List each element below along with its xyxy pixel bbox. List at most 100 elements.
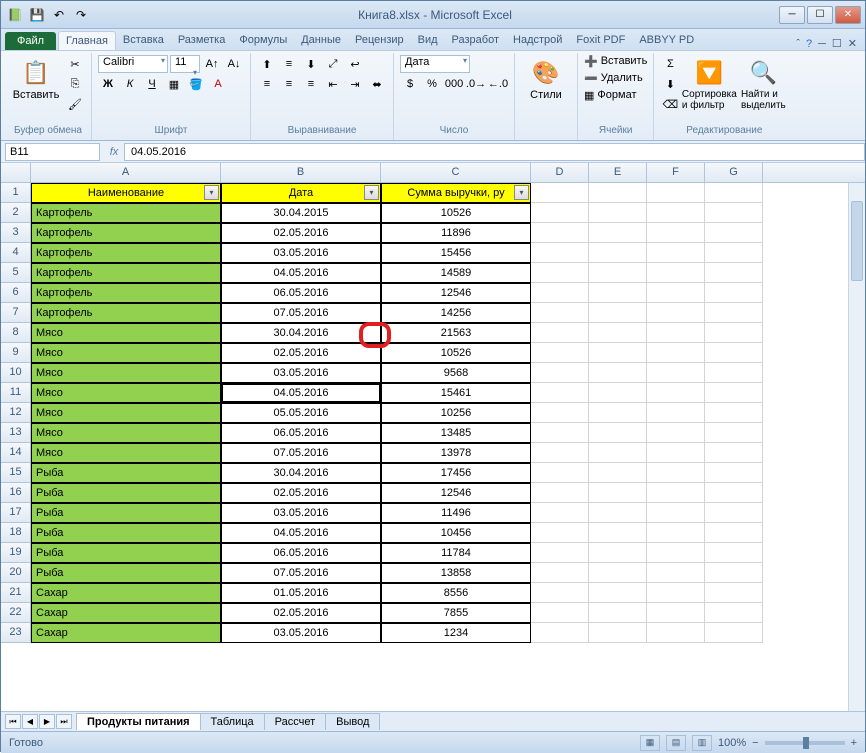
cell-empty[interactable] [531, 523, 589, 543]
row-header-16[interactable]: 16 [1, 483, 31, 503]
cell-empty[interactable] [647, 343, 705, 363]
cell-empty[interactable] [705, 503, 763, 523]
row-header-2[interactable]: 2 [1, 203, 31, 223]
styles-button[interactable]: 🎨 Стили [521, 55, 571, 103]
header-cell-B[interactable]: Дата [221, 183, 381, 203]
cell-a[interactable]: Рыба [31, 503, 221, 523]
delete-cells-button[interactable]: ➖Удалить [584, 72, 647, 85]
sheet-tab-3[interactable]: Вывод [325, 713, 380, 730]
percent-icon[interactable]: % [422, 75, 442, 93]
ribbon-tab-8[interactable]: Надстрой [506, 31, 569, 50]
cell-empty[interactable] [589, 323, 647, 343]
cell-empty[interactable] [705, 623, 763, 643]
sheet-tab-0[interactable]: Продукты питания [76, 713, 201, 730]
row-header-1[interactable]: 1 [1, 183, 31, 203]
ribbon-window-min-icon[interactable]: ─ [818, 38, 826, 50]
cell-a[interactable]: Картофель [31, 243, 221, 263]
align-bottom-icon[interactable]: ⬇ [301, 55, 321, 73]
cell-c[interactable]: 12546 [381, 283, 531, 303]
indent-decrease-icon[interactable]: ⇤ [323, 75, 343, 93]
cell-b[interactable]: 04.05.2016 [221, 523, 381, 543]
ribbon-tab-3[interactable]: Формулы [232, 31, 294, 50]
cell-c[interactable]: 10526 [381, 343, 531, 363]
autosum-icon[interactable]: Σ [660, 55, 680, 73]
cell-b[interactable]: 04.05.2016 [221, 383, 381, 403]
row-header-18[interactable]: 18 [1, 523, 31, 543]
row-header-4[interactable]: 4 [1, 243, 31, 263]
find-select-button[interactable]: 🔍 Найти и выделить [738, 55, 788, 113]
cell-empty[interactable] [705, 343, 763, 363]
insert-cells-button[interactable]: ➕Вставить [584, 55, 647, 68]
cell-empty[interactable] [589, 303, 647, 323]
cell-empty[interactable] [647, 223, 705, 243]
cell-empty[interactable] [589, 283, 647, 303]
font-color-icon[interactable]: A [208, 75, 228, 93]
increase-font-icon[interactable]: A↑ [202, 55, 222, 73]
ribbon-tab-2[interactable]: Разметка [171, 31, 233, 50]
fill-color-icon[interactable]: 🪣 [186, 75, 206, 93]
sort-filter-button[interactable]: 🔽 Сортировка и фильтр [684, 55, 734, 113]
cell-empty[interactable] [705, 423, 763, 443]
ribbon-tab-9[interactable]: Foxit PDF [569, 31, 632, 50]
sheet-tab-2[interactable]: Рассчет [264, 713, 327, 730]
row-header-23[interactable]: 23 [1, 623, 31, 643]
cell-empty[interactable] [531, 483, 589, 503]
cell-empty[interactable] [705, 283, 763, 303]
zoom-slider[interactable] [765, 741, 845, 745]
cell-b[interactable]: 06.05.2016 [221, 423, 381, 443]
align-right-icon[interactable]: ≡ [301, 75, 321, 93]
sheet-next-icon[interactable]: ▶ [39, 714, 55, 729]
cell-empty[interactable] [531, 423, 589, 443]
column-header-A[interactable]: A [31, 163, 221, 182]
maximize-button[interactable]: ☐ [807, 6, 833, 24]
filter-button-C[interactable] [514, 185, 529, 200]
cell-b[interactable]: 03.05.2016 [221, 623, 381, 643]
cell-c[interactable]: 15461 [381, 383, 531, 403]
cell-a[interactable]: Мясо [31, 323, 221, 343]
cell-empty[interactable] [647, 303, 705, 323]
cell-empty[interactable] [647, 283, 705, 303]
cell-empty[interactable] [705, 363, 763, 383]
cell-empty[interactable] [647, 383, 705, 403]
font-size-combo[interactable]: 11 [170, 55, 200, 73]
align-left-icon[interactable]: ≡ [257, 75, 277, 93]
cell-c[interactable]: 12546 [381, 483, 531, 503]
cell-empty[interactable] [531, 603, 589, 623]
cell-b[interactable]: 07.05.2016 [221, 303, 381, 323]
save-icon[interactable]: 💾 [27, 5, 47, 25]
row-header-9[interactable]: 9 [1, 343, 31, 363]
cell-c[interactable]: 14589 [381, 263, 531, 283]
cell-a[interactable]: Сахар [31, 603, 221, 623]
select-all-corner[interactable] [1, 163, 31, 182]
cell-empty[interactable] [589, 263, 647, 283]
cell-c[interactable]: 10526 [381, 203, 531, 223]
number-format-combo[interactable]: Дата [400, 55, 470, 73]
cell-empty[interactable] [705, 383, 763, 403]
cell-empty[interactable] [531, 503, 589, 523]
cell-c[interactable]: 10256 [381, 403, 531, 423]
cell-empty[interactable] [705, 263, 763, 283]
row-header-12[interactable]: 12 [1, 403, 31, 423]
cell-a[interactable]: Мясо [31, 383, 221, 403]
ribbon-tab-10[interactable]: ABBYY PD [632, 31, 701, 50]
column-header-E[interactable]: E [589, 163, 647, 182]
cell-b[interactable]: 07.05.2016 [221, 443, 381, 463]
row-header-11[interactable]: 11 [1, 383, 31, 403]
cell-a[interactable]: Картофель [31, 303, 221, 323]
cell-empty[interactable] [647, 623, 705, 643]
cell-c[interactable]: 1234 [381, 623, 531, 643]
cell-b[interactable]: 30.04.2016 [221, 323, 381, 343]
undo-icon[interactable]: ↶ [49, 5, 69, 25]
cell-empty[interactable] [705, 323, 763, 343]
row-header-13[interactable]: 13 [1, 423, 31, 443]
column-header-F[interactable]: F [647, 163, 705, 182]
cell-c[interactable]: 13858 [381, 563, 531, 583]
font-name-combo[interactable]: Calibri [98, 55, 168, 73]
cell-empty[interactable] [531, 363, 589, 383]
cell-empty[interactable] [589, 503, 647, 523]
cut-icon[interactable]: ✂ [65, 55, 85, 73]
cell-empty[interactable] [705, 463, 763, 483]
cell-empty[interactable] [705, 303, 763, 323]
normal-view-icon[interactable]: ▦ [640, 735, 660, 751]
ribbon-window-close-icon[interactable]: ✕ [848, 37, 857, 50]
